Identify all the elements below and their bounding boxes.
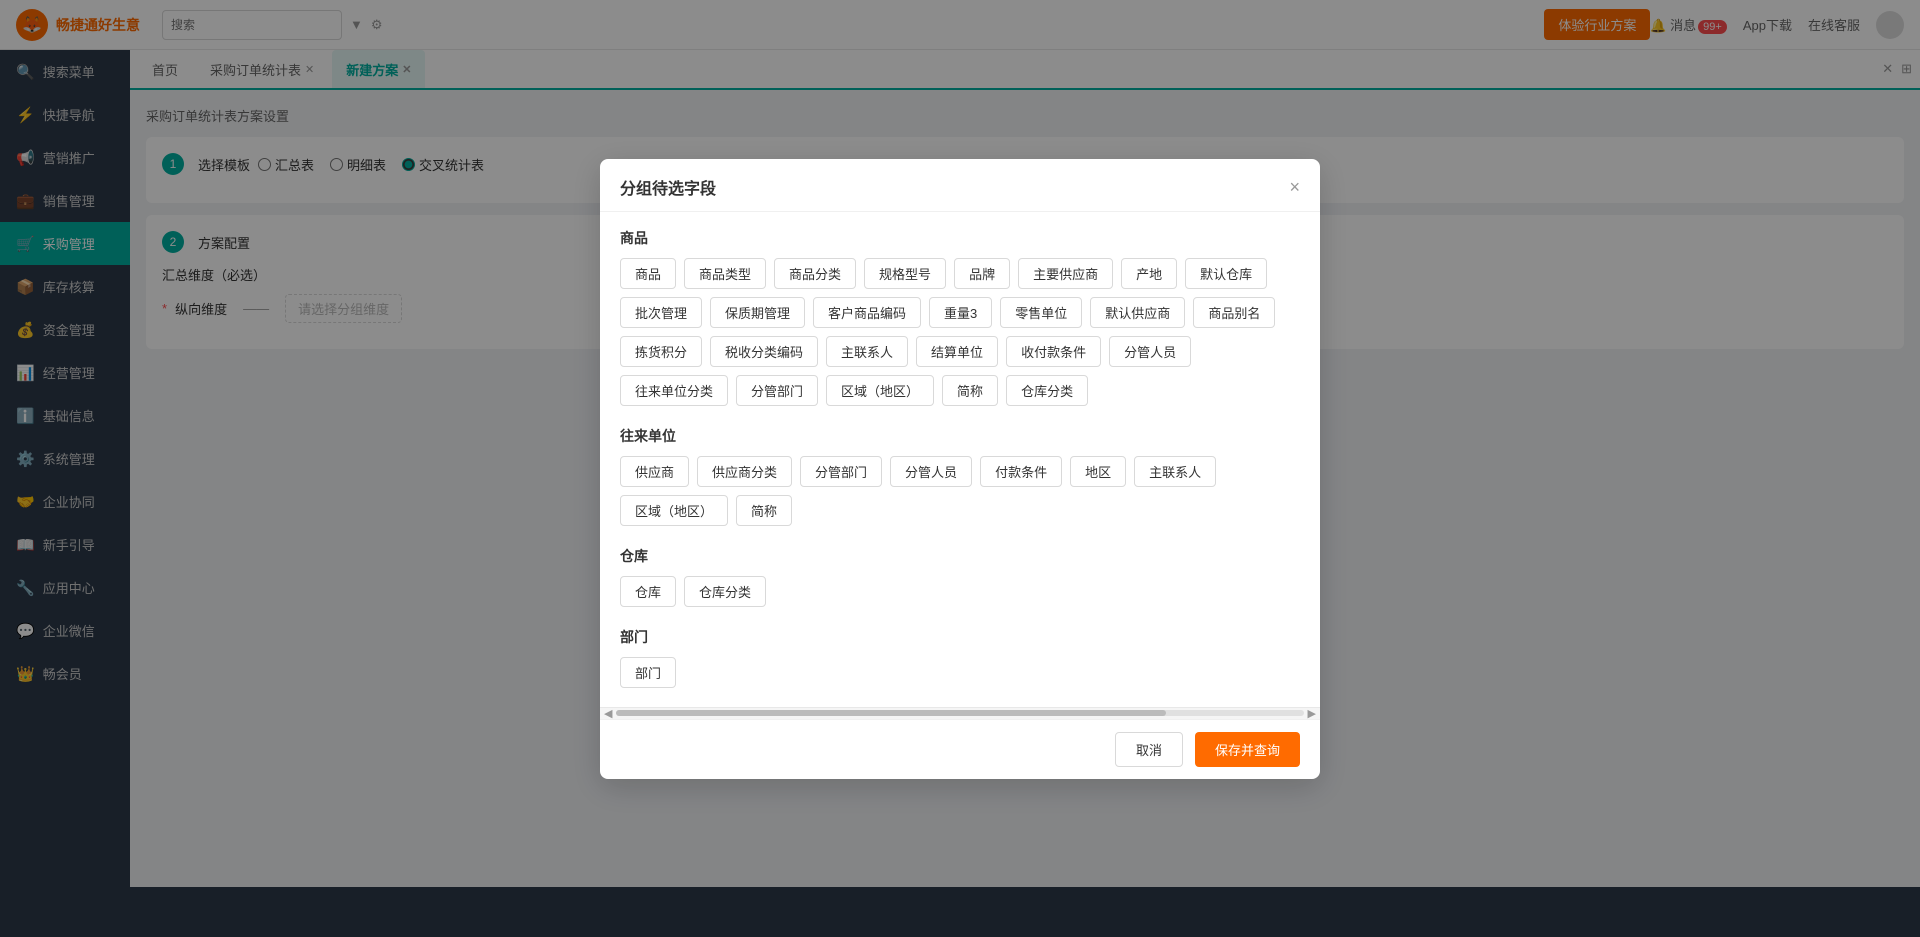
field-chip-0-25[interactable]: 仓库分类 [1006,375,1088,406]
field-chip-0-4[interactable]: 品牌 [954,258,1010,289]
modal-overlay: 分组待选字段 × 商品商品商品类型商品分类规格型号品牌主要供应商产地默认仓库批次… [0,0,1920,937]
field-chips-1: 供应商供应商分类分管部门分管人员付款条件地区主联系人区域（地区） 简称 [620,456,1300,526]
modal-footer: 取消 保存并查询 [600,719,1320,779]
field-chip-0-12[interactable]: 零售单位 [1000,297,1082,328]
field-chip-1-3[interactable]: 分管人员 [890,456,972,487]
field-section-3: 部门部门 [620,627,1300,688]
field-chip-1-7[interactable]: 区域（地区） [620,495,728,526]
field-chips-0: 商品商品类型商品分类规格型号品牌主要供应商产地默认仓库批次管理保质期管理客户商品… [620,258,1300,406]
section-title-0: 商品 [620,228,1300,248]
field-chip-2-0[interactable]: 仓库 [620,576,676,607]
field-chip-1-8[interactable]: 简称 [736,495,792,526]
field-chip-0-9[interactable]: 保质期管理 [710,297,805,328]
field-chip-1-4[interactable]: 付款条件 [980,456,1062,487]
cancel-button[interactable]: 取消 [1115,732,1183,767]
field-chip-0-1[interactable]: 商品类型 [684,258,766,289]
field-chip-0-8[interactable]: 批次管理 [620,297,702,328]
field-chip-0-22[interactable]: 分管部门 [736,375,818,406]
field-section-0: 商品商品商品类型商品分类规格型号品牌主要供应商产地默认仓库批次管理保质期管理客户… [620,228,1300,406]
scrollbar-thumb[interactable] [616,710,1166,716]
field-chips-3: 部门 [620,657,1300,688]
field-chip-0-15[interactable]: 拣货积分 [620,336,702,367]
section-title-1: 往来单位 [620,426,1300,446]
scrollbar-track [616,710,1303,716]
field-chip-0-0[interactable]: 商品 [620,258,676,289]
field-chip-0-14[interactable]: 商品别名 [1193,297,1275,328]
field-chip-1-6[interactable]: 主联系人 [1134,456,1216,487]
field-chip-0-3[interactable]: 规格型号 [864,258,946,289]
field-chip-1-0[interactable]: 供应商 [620,456,689,487]
section-title-2: 仓库 [620,546,1300,566]
field-chip-0-11[interactable]: 重量3 [929,297,992,328]
field-section-1: 往来单位供应商供应商分类分管部门分管人员付款条件地区主联系人区域（地区） 简称 [620,426,1300,526]
field-chip-0-5[interactable]: 主要供应商 [1018,258,1113,289]
modal-scrollbar: ◀ ▶ [600,707,1320,719]
field-chip-3-0[interactable]: 部门 [620,657,676,688]
field-chip-0-6[interactable]: 产地 [1121,258,1177,289]
field-chip-0-17[interactable]: 主联系人 [826,336,908,367]
section-title-3: 部门 [620,627,1300,647]
field-chip-0-21[interactable]: 往来单位分类 [620,375,728,406]
field-chip-0-7[interactable]: 默认仓库 [1185,258,1267,289]
modal-title: 分组待选字段 [620,175,716,199]
modal-close-button[interactable]: × [1289,178,1300,196]
field-chip-0-13[interactable]: 默认供应商 [1090,297,1185,328]
field-chip-0-16[interactable]: 税收分类编码 [710,336,818,367]
field-chip-1-5[interactable]: 地区 [1070,456,1126,487]
field-section-2: 仓库仓库仓库分类 [620,546,1300,607]
field-chip-0-20[interactable]: 分管人员 [1109,336,1191,367]
field-chip-1-2[interactable]: 分管部门 [800,456,882,487]
field-chip-0-10[interactable]: 客户商品编码 [813,297,921,328]
modal-header: 分组待选字段 × [600,159,1320,212]
field-chip-0-18[interactable]: 结算单位 [916,336,998,367]
modal-body: 商品商品商品类型商品分类规格型号品牌主要供应商产地默认仓库批次管理保质期管理客户… [600,212,1320,707]
field-chips-2: 仓库仓库分类 [620,576,1300,607]
field-chip-2-1[interactable]: 仓库分类 [684,576,766,607]
field-chip-0-23[interactable]: 区域（地区） [826,375,934,406]
confirm-button[interactable]: 保存并查询 [1195,732,1300,767]
field-chip-0-24[interactable]: 简称 [942,375,998,406]
field-chip-1-1[interactable]: 供应商分类 [697,456,792,487]
modal-dialog: 分组待选字段 × 商品商品商品类型商品分类规格型号品牌主要供应商产地默认仓库批次… [600,159,1320,779]
field-chip-0-2[interactable]: 商品分类 [774,258,856,289]
field-chip-0-19[interactable]: 收付款条件 [1006,336,1101,367]
